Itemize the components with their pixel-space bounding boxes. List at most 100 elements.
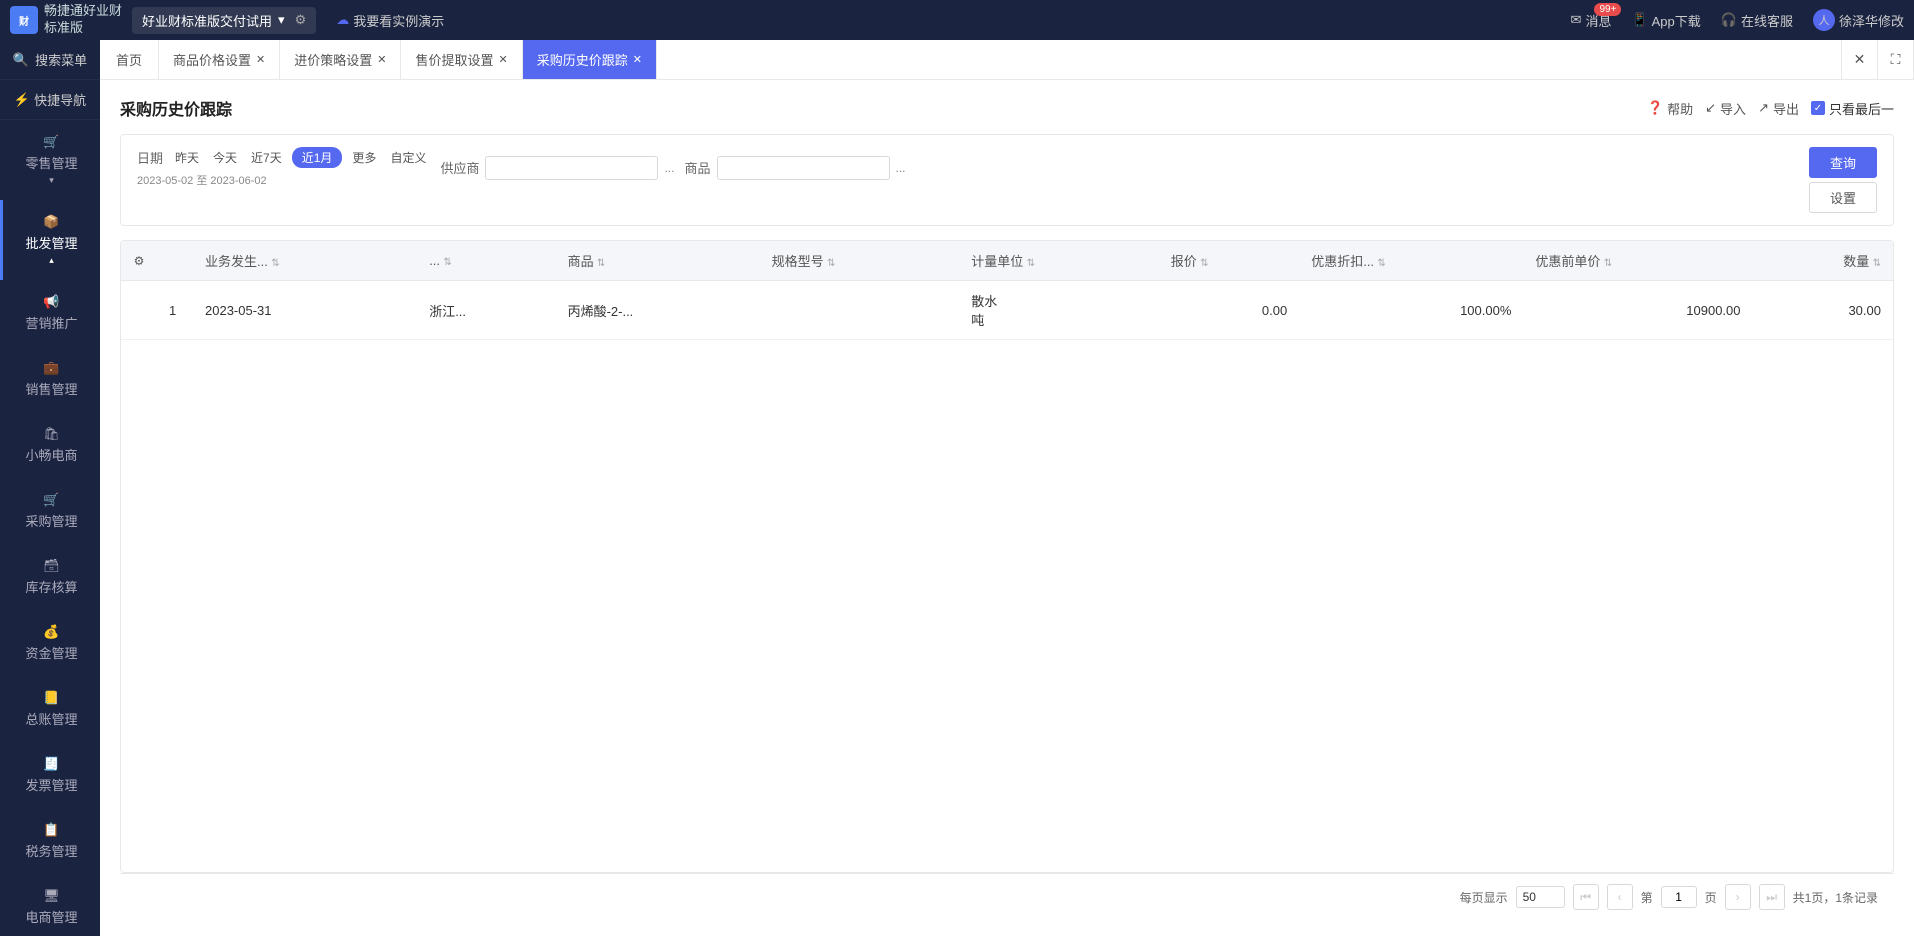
td-product: 丙烯酸-2-... <box>556 281 760 340</box>
date-option-yesterday[interactable]: 昨天 <box>171 147 203 168</box>
import-btn[interactable]: ↙ 导入 <box>1705 99 1746 118</box>
sidebar-item-purchase[interactable]: 🛒 采购管理 <box>0 478 100 544</box>
per-page-select[interactable]: 50 100 200 <box>1516 886 1565 908</box>
pagination-prev-btn[interactable]: ‹ <box>1607 884 1633 910</box>
sidebar-item-finance[interactable]: 💰 资金管理 <box>0 610 100 676</box>
sidebar-item-marketing[interactable]: 📢 营销推广 <box>0 280 100 346</box>
app-download-btn[interactable]: 📱 App下载 <box>1631 11 1700 30</box>
page-title: 采购历史价跟踪 <box>120 96 232 120</box>
th-gear[interactable]: ⚙ <box>121 241 157 281</box>
data-table: ⚙ 业务发生... ⇅ ... ⇅ 商品 <box>121 241 1893 340</box>
th-more[interactable]: ... ⇅ <box>417 241 555 281</box>
tab-expand-btn[interactable]: ⛶ <box>1878 40 1914 79</box>
tab-price-close[interactable]: ✕ <box>256 53 265 66</box>
td-biz-date: 2023-05-31 <box>193 281 417 340</box>
date-options: 昨天 今天 近7天 近1月 更多 自定义 <box>171 147 430 168</box>
sidebar-item-inventory[interactable]: 🗃 库存核算 <box>0 544 100 610</box>
product-more-btn[interactable]: ... <box>896 161 906 175</box>
tab-home[interactable]: 首页 <box>100 40 159 79</box>
date-option-custom[interactable]: 自定义 <box>386 147 430 168</box>
th-quote[interactable]: 报价 ⇅ <box>1159 241 1299 281</box>
td-unit: 散水 吨 <box>959 281 1159 340</box>
app-logo: 财 畅捷通好业财 标准版 <box>10 3 122 37</box>
th-qty[interactable]: 数量 ⇅ <box>1753 241 1893 281</box>
td-gear <box>121 281 157 340</box>
date-option-last7[interactable]: 近7天 <box>247 147 286 168</box>
content-area: 首页 商品价格设置 ✕ 进价策略设置 ✕ 售价提取设置 ✕ 采购历史价跟踪 ✕ … <box>100 40 1914 936</box>
th-biz-date[interactable]: 业务发生... ⇅ <box>193 241 417 281</box>
pagination-next-btn[interactable]: › <box>1725 884 1751 910</box>
sidebar-search[interactable]: 🔍 搜索菜单 <box>0 40 100 80</box>
td-pre-discount-price: 10900.00 <box>1523 281 1752 340</box>
supplier-input[interactable] <box>485 156 658 180</box>
tab-sale-price[interactable]: 售价提取设置 ✕ <box>401 40 522 79</box>
pagination-last-btn[interactable]: ⏭ <box>1759 884 1785 910</box>
date-range-display: 2023-05-02 至 2023-06-02 <box>137 172 267 188</box>
sidebar-item-general-ledger[interactable]: 📒 总账管理 <box>0 676 100 742</box>
topbar-right: ✉ 消息 99+ 📱 App下载 🎧 在线客服 人 徐泽华修改 <box>1571 9 1904 31</box>
online-service-btn[interactable]: 🎧 在线客服 <box>1721 11 1793 30</box>
filter-row: 日期 昨天 今天 近7天 近1月 更多 自定义 2023-05-02 至 202… <box>137 147 1789 188</box>
product-selector[interactable]: 好业财标准版交付试用 ▾ ⚙ <box>132 7 316 34</box>
td-quote: 0.00 <box>1159 281 1299 340</box>
td-discount: 100.00% <box>1299 281 1523 340</box>
topbar: 财 畅捷通好业财 标准版 好业财标准版交付试用 ▾ ⚙ ☁ 我要看实例演示 ✉ … <box>0 0 1914 40</box>
th-unit[interactable]: 计量单位 ⇅ <box>959 241 1159 281</box>
sidebar-item-ecommerce[interactable]: 🖥 电商管理 <box>0 874 100 936</box>
th-discount[interactable]: 优惠折扣... ⇅ <box>1299 241 1523 281</box>
sidebar-item-ecommerce-small[interactable]: 🛍 小畅电商 <box>0 412 100 478</box>
tab-pricing-strategy-close[interactable]: ✕ <box>377 53 386 66</box>
tab-pricing-strategy[interactable]: 进价策略设置 ✕ <box>280 40 401 79</box>
logo-text: 畅捷通好业财 标准版 <box>44 3 122 37</box>
settings-btn[interactable]: 设置 <box>1809 182 1877 213</box>
th-spec[interactable]: 规格型号 ⇅ <box>760 241 960 281</box>
tab-price[interactable]: 商品价格设置 ✕ <box>159 40 280 79</box>
export-btn[interactable]: ↗ 导出 <box>1758 99 1799 118</box>
td-seq: 1 <box>157 281 193 340</box>
pagination: 每页显示 50 100 200 ⏮ ‹ 第 页 › ⏭ 共1页，1条记录 <box>120 873 1894 920</box>
product-input[interactable] <box>717 156 890 180</box>
sidebar-item-retail[interactable]: 🛒 零售管理 ▾ <box>0 120 100 200</box>
supplier-more-btn[interactable]: ... <box>664 161 674 175</box>
main-layout: 🔍 搜索菜单 ⚡ 快捷导航 🛒 零售管理 ▾ 📦 批发管理 ▴ 📢 营销推广 💼… <box>0 40 1914 936</box>
pagination-page-input[interactable] <box>1661 886 1697 908</box>
th-pre-discount-price[interactable]: 优惠前单价 ⇅ <box>1523 241 1752 281</box>
page-header: 采购历史价跟踪 ❓ 帮助 ↙ 导入 ↗ 导出 ✓ <box>120 96 1894 120</box>
tabbar: 首页 商品价格设置 ✕ 进价策略设置 ✕ 售价提取设置 ✕ 采购历史价跟踪 ✕ … <box>100 40 1914 80</box>
tab-purchase-history-close[interactable]: ✕ <box>633 53 642 66</box>
sidebar-item-invoice[interactable]: 🧾 发票管理 <box>0 742 100 808</box>
logo-icon: 财 <box>10 6 38 34</box>
data-table-container: ⚙ 业务发生... ⇅ ... ⇅ 商品 <box>120 240 1894 873</box>
sidebar-item-tax[interactable]: 📋 税务管理 <box>0 808 100 874</box>
only-last-checkbox[interactable]: ✓ 只看最后一 <box>1811 99 1894 118</box>
sidebar-item-wholesale[interactable]: 📦 批发管理 ▴ <box>0 200 100 280</box>
date-option-last1month[interactable]: 近1月 <box>292 147 343 168</box>
filter-actions: 查询 设置 <box>1809 147 1877 213</box>
th-product[interactable]: 商品 ⇅ <box>556 241 760 281</box>
date-filter-group: 日期 昨天 今天 近7天 近1月 更多 自定义 2023-05-02 至 202… <box>137 147 430 188</box>
sidebar-item-sales[interactable]: 💼 销售管理 <box>0 346 100 412</box>
date-option-today[interactable]: 今天 <box>209 147 241 168</box>
query-btn[interactable]: 查询 <box>1809 147 1877 178</box>
td-spec <box>760 281 960 340</box>
tab-close-window-btn[interactable]: ✕ <box>1842 40 1878 79</box>
sidebar-quicknav[interactable]: ⚡ 快捷导航 <box>0 80 100 120</box>
product-filter-group: 商品 ... <box>684 156 905 180</box>
table-body: 1 2023-05-31 浙江... 丙烯酸-2-... 散水 吨 0.00 1… <box>121 281 1893 340</box>
tabbar-right: ✕ ⛶ <box>1841 40 1914 79</box>
pagination-first-btn[interactable]: ⏮ <box>1573 884 1599 910</box>
sidebar: 🔍 搜索菜单 ⚡ 快捷导航 🛒 零售管理 ▾ 📦 批发管理 ▴ 📢 营销推广 💼… <box>0 40 100 936</box>
tab-purchase-history[interactable]: 采购历史价跟踪 ✕ <box>523 40 657 79</box>
demo-link[interactable]: ☁ 我要看实例演示 <box>336 11 444 30</box>
table-row: 1 2023-05-31 浙江... 丙烯酸-2-... 散水 吨 0.00 1… <box>121 281 1893 340</box>
page-content: 采购历史价跟踪 ❓ 帮助 ↙ 导入 ↗ 导出 ✓ <box>100 80 1914 936</box>
tab-sale-price-close[interactable]: ✕ <box>499 53 508 66</box>
user-menu-btn[interactable]: 人 徐泽华修改 <box>1813 9 1904 31</box>
supplier-filter-group: 供应商 ... <box>440 156 674 180</box>
help-btn[interactable]: ❓ 帮助 <box>1647 99 1693 118</box>
td-qty: 30.00 <box>1753 281 1893 340</box>
table-header-row: ⚙ 业务发生... ⇅ ... ⇅ 商品 <box>121 241 1893 281</box>
message-btn[interactable]: ✉ 消息 99+ <box>1571 11 1612 30</box>
filter-area: 日期 昨天 今天 近7天 近1月 更多 自定义 2023-05-02 至 202… <box>120 134 1894 226</box>
date-option-more[interactable]: 更多 <box>348 147 380 168</box>
